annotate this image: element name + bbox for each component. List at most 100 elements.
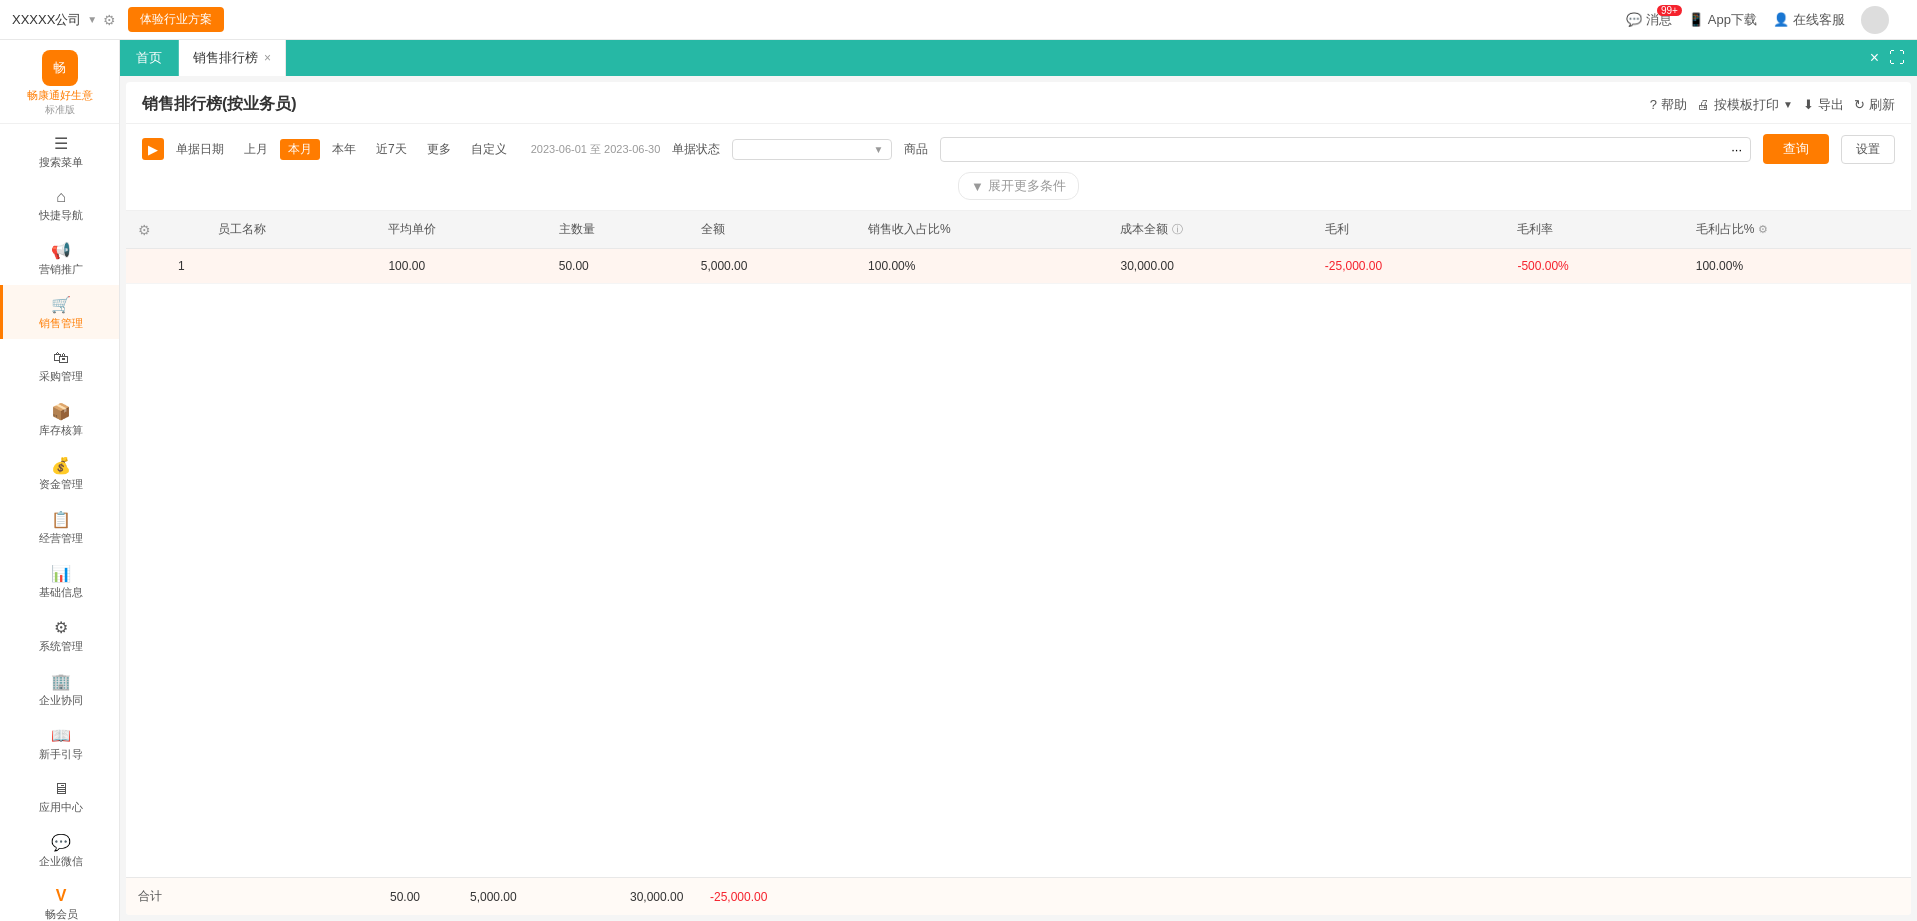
company-selector[interactable]: XXXXX公司 ▼: [12, 11, 97, 29]
avatar[interactable]: [1861, 6, 1889, 34]
cell-profit: -25,000.00: [1313, 249, 1506, 284]
date-tab-this-year[interactable]: 本年: [324, 139, 364, 160]
sidebar-item-guide[interactable]: 📖 新手引导: [0, 716, 119, 770]
goods-filter-label: 商品: [904, 141, 928, 158]
settings-button[interactable]: 设置: [1841, 135, 1895, 164]
table-settings-icon[interactable]: ⚙: [138, 222, 151, 238]
query-button[interactable]: 查询: [1763, 134, 1829, 164]
date-filter-label: 单据日期: [176, 141, 224, 158]
sidebar-item-operations[interactable]: 📋 经营管理: [0, 500, 119, 554]
filter-bar: ▶ 单据日期 上月 本月 本年 近7天 更多 自定义 2023-06-01 至 …: [126, 124, 1911, 211]
sidebar-label-search: 搜索菜单: [39, 155, 83, 170]
tab-expand-btn[interactable]: ⛶: [1885, 47, 1909, 69]
tab-sales-ranking[interactable]: 销售排行榜 ×: [179, 40, 286, 76]
top-bar: XXXXX公司 ▼ ⚙ 体验行业方案 💬 消息 99+ 📱 App下载 👤 在线…: [0, 0, 1917, 40]
member-icon: V: [56, 887, 67, 905]
message-button[interactable]: 💬 消息 99+: [1626, 11, 1672, 29]
cell-settings: [126, 249, 166, 284]
trial-button[interactable]: 体验行业方案: [128, 7, 224, 32]
sidebar-item-marketing[interactable]: 📢 营销推广: [0, 231, 119, 285]
tab-close-window-btn[interactable]: ×: [1866, 47, 1883, 69]
apps-icon: 🖥: [53, 780, 69, 798]
sidebar-item-system[interactable]: ⚙ 系统管理: [0, 608, 119, 662]
page-title: 销售排行榜(按业务员): [142, 94, 297, 115]
date-range: 2023-06-01 至 2023-06-30: [531, 142, 661, 157]
logo-sub: 标准版: [45, 103, 75, 117]
col-name: 员工名称: [206, 211, 376, 249]
enterprise-icon: 🏢: [51, 672, 71, 691]
refresh-icon: ↻: [1854, 97, 1865, 112]
app-download-button[interactable]: 📱 App下载: [1688, 11, 1757, 29]
sidebar-item-quicknav[interactable]: ⌂ 快捷导航: [0, 178, 119, 231]
sidebar-item-search[interactable]: ☰ 搜索菜单: [0, 124, 119, 178]
footer-spacer-2: [298, 890, 378, 904]
finance-icon: 💰: [51, 456, 71, 475]
company-name: XXXXX公司: [12, 11, 81, 29]
sidebar-item-sales[interactable]: 🛒 销售管理: [0, 285, 119, 339]
template-print-button[interactable]: 🖨 按模板打印 ▼: [1697, 96, 1793, 114]
cell-profit-rate: -500.00%: [1505, 249, 1683, 284]
main-layout: 畅 畅康通好生意 标准版 ☰ 搜索菜单 ⌂ 快捷导航 📢 营销推广 🛒 销售管理…: [0, 40, 1917, 921]
data-table: ⚙ 员工名称 平均单价 主数量 全额 销售收入占比% 成本全额 ⓘ 毛利 毛利率…: [126, 211, 1911, 284]
cell-rank: 1: [166, 249, 206, 284]
status-arrow-icon: ▼: [873, 144, 883, 155]
search-menu-icon: ☰: [54, 134, 68, 153]
sidebar-item-purchase[interactable]: 🛍 采购管理: [0, 339, 119, 392]
help-button[interactable]: ? 帮助: [1650, 96, 1687, 114]
app-label: App下载: [1708, 11, 1757, 29]
sidebar-item-wechat[interactable]: 💬 企业微信: [0, 823, 119, 877]
date-tab-more[interactable]: 更多: [419, 139, 459, 160]
footer-cost: 30,000.00: [618, 890, 698, 904]
status-select[interactable]: ▼: [732, 139, 892, 160]
tab-home[interactable]: 首页: [120, 40, 179, 76]
sidebar-item-basics[interactable]: 📊 基础信息: [0, 554, 119, 608]
table-row: 1 100.00 50.00 5,000.00 100.00% 30,000.0…: [126, 249, 1911, 284]
sidebar-item-finance[interactable]: 💰 资金管理: [0, 446, 119, 500]
refresh-button[interactable]: ↻ 刷新: [1854, 96, 1895, 114]
sidebar-label-purchase: 采购管理: [39, 369, 83, 384]
footer-profit: -25,000.00: [698, 890, 779, 904]
cell-name: [206, 249, 376, 284]
sidebar-label-quicknav: 快捷导航: [39, 208, 83, 223]
basics-icon: 📊: [51, 564, 71, 583]
date-tab-7days[interactable]: 近7天: [368, 139, 415, 160]
expand-conditions-btn[interactable]: ▼ 展开更多条件: [958, 172, 1079, 200]
content-area: 首页 销售排行榜 × × ⛶ 销售排行榜(按业务员) ? 帮助: [120, 40, 1917, 921]
col-sales-pct: 销售收入占比%: [856, 211, 1108, 249]
online-service-button[interactable]: 👤 在线客服: [1773, 11, 1845, 29]
export-button[interactable]: ⬇ 导出: [1803, 96, 1844, 114]
filter-toggle-btn[interactable]: ▶: [142, 138, 164, 160]
sidebar-label-guide: 新手引导: [39, 747, 83, 762]
date-tab-custom[interactable]: 自定义: [463, 139, 515, 160]
sidebar-item-enterprise[interactable]: 🏢 企业协同: [0, 662, 119, 716]
date-tab-last-month[interactable]: 上月: [236, 139, 276, 160]
goods-input-container[interactable]: ···: [940, 137, 1751, 162]
message-badge: 99+: [1657, 5, 1682, 16]
inventory-icon: 📦: [51, 402, 71, 421]
settings-icon[interactable]: ⚙: [103, 12, 116, 28]
expand-label: 展开更多条件: [988, 177, 1066, 195]
export-icon: ⬇: [1803, 97, 1814, 112]
print-chevron-icon: ▼: [1783, 99, 1793, 110]
sidebar-item-inventory[interactable]: 📦 库存核算: [0, 392, 119, 446]
tab-close-icon[interactable]: ×: [264, 51, 271, 65]
expand-arrow-icon: ▼: [971, 179, 984, 194]
help-icon: ?: [1650, 97, 1657, 112]
date-tab-this-month[interactable]: 本月: [280, 139, 320, 160]
purchase-icon: 🛍: [53, 349, 69, 367]
page-header: 销售排行榜(按业务员) ? 帮助 🖨 按模板打印 ▼ ⬇ 导出: [126, 82, 1911, 124]
col-cost: 成本全额 ⓘ: [1108, 211, 1312, 249]
footer-amount: 5,000.00: [458, 890, 538, 904]
sidebar-item-apps[interactable]: 🖥 应用中心: [0, 770, 119, 823]
sales-icon: 🛒: [51, 295, 71, 314]
sidebar-label-operations: 经营管理: [39, 531, 83, 546]
cell-profit-pct: 100.00%: [1684, 249, 1911, 284]
operations-icon: 📋: [51, 510, 71, 529]
expand-row: ▼ 展开更多条件: [142, 172, 1895, 200]
sidebar-label-inventory: 库存核算: [39, 423, 83, 438]
footer-spacer-3: [538, 890, 618, 904]
quicknav-icon: ⌂: [56, 188, 66, 206]
col-profit-pct: 毛利占比% ⚙: [1684, 211, 1911, 249]
sidebar-item-member[interactable]: V 畅会员: [0, 877, 119, 921]
sidebar-label-basics: 基础信息: [39, 585, 83, 600]
